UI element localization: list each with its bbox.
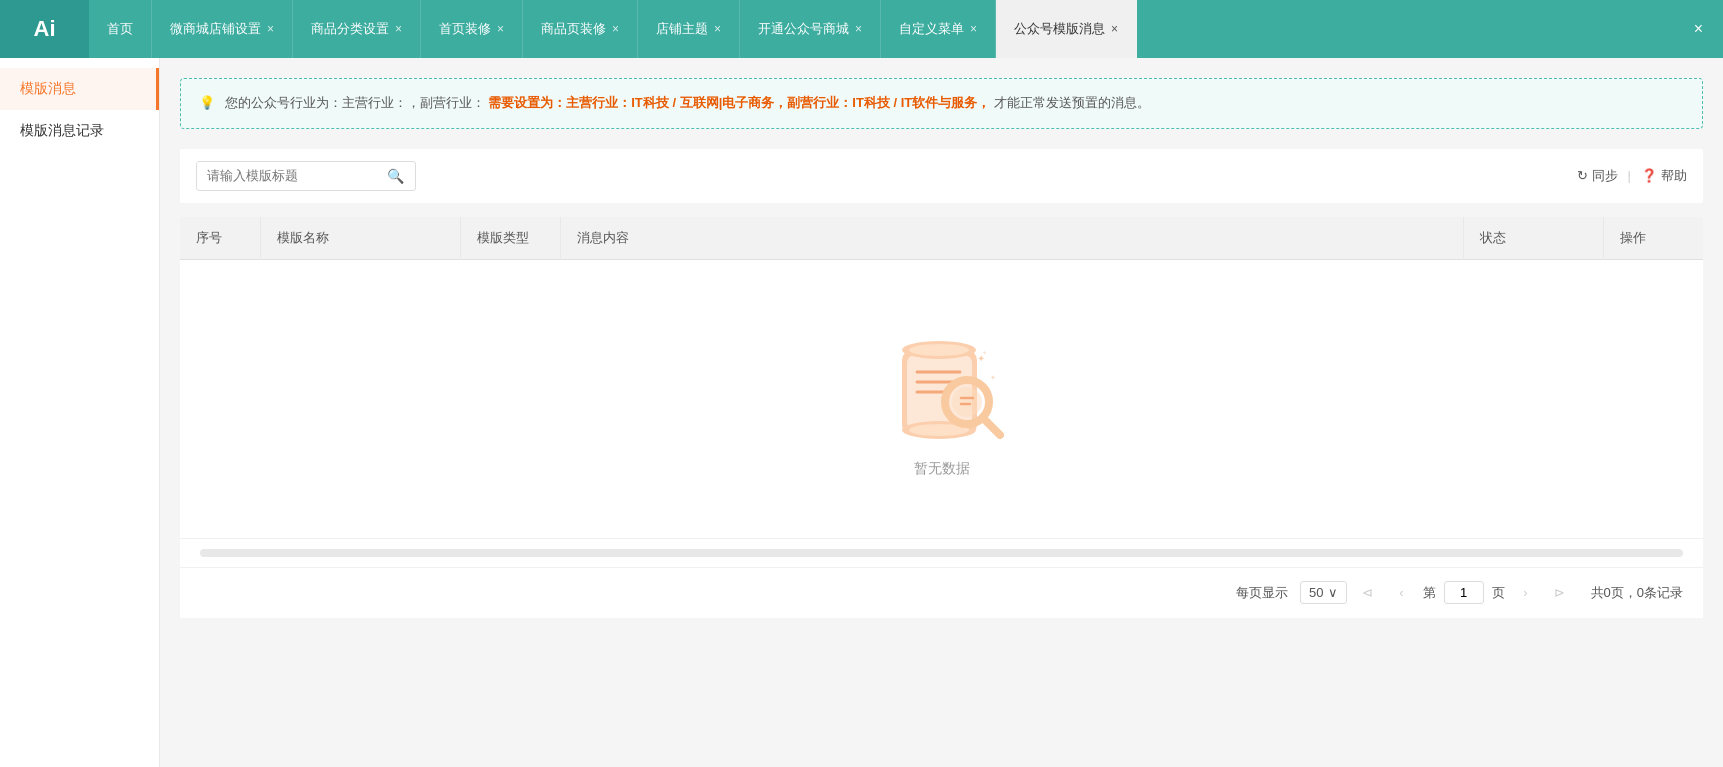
search-actions: ↻ 同步 | ❓ 帮助 — [1577, 167, 1687, 185]
pagination: 每页显示 50 ∨ ⊲ ‹ 第 页 › ⊳ 共0页，0条记录 — [180, 567, 1703, 618]
horizontal-scrollbar[interactable] — [200, 549, 1683, 557]
nav-tab-3[interactable]: 首页装修× — [421, 0, 523, 58]
help-icon: ❓ — [1641, 168, 1657, 183]
page-label-before: 第 — [1423, 584, 1436, 602]
nav-tab-7[interactable]: 自定义菜单× — [881, 0, 996, 58]
page-label-after: 页 — [1492, 584, 1505, 602]
search-field-wrapper: 🔍 — [196, 161, 416, 191]
nav-tab-0[interactable]: 首页 — [89, 0, 152, 58]
empty-state: ✦ ✦ ✦ 暂无数据 — [180, 260, 1703, 538]
notice-prefix: 您的公众号行业为：主营行业：，副营行业： — [225, 95, 485, 110]
nav-tab-close-3[interactable]: × — [497, 22, 504, 36]
divider: | — [1628, 168, 1631, 183]
svg-line-12 — [983, 418, 1000, 435]
page-last-button[interactable]: ⊳ — [1547, 580, 1573, 606]
page-first-button[interactable]: ⊲ — [1355, 580, 1381, 606]
app-logo: Ai — [0, 0, 89, 58]
page-size-chevron: ∨ — [1328, 585, 1338, 600]
help-button[interactable]: ❓ 帮助 — [1641, 167, 1687, 185]
page-size-label: 每页显示 — [1236, 584, 1288, 602]
page-size-value: 50 — [1309, 585, 1323, 600]
empty-svg: ✦ ✦ ✦ — [882, 320, 1012, 450]
empty-illustration: ✦ ✦ ✦ — [882, 320, 1002, 440]
empty-state-cell: ✦ ✦ ✦ 暂无数据 — [180, 259, 1703, 538]
svg-text:✦: ✦ — [982, 350, 987, 356]
nav-tab-5[interactable]: 店铺主题× — [638, 0, 740, 58]
nav-tab-close-5[interactable]: × — [714, 22, 721, 36]
sync-button[interactable]: ↻ 同步 — [1577, 167, 1618, 185]
sidebar: 模版消息模版消息记录 — [0, 58, 160, 767]
close-all-button[interactable]: × — [1674, 0, 1723, 58]
sidebar-item-0[interactable]: 模版消息 — [0, 68, 159, 110]
page-next-button[interactable]: › — [1513, 580, 1539, 606]
empty-text: 暂无数据 — [200, 460, 1683, 478]
page-prev-button[interactable]: ‹ — [1389, 580, 1415, 606]
total-info: 共0页，0条记录 — [1591, 584, 1683, 602]
sync-label: 同步 — [1592, 167, 1618, 185]
col-header-type: 模版类型 — [460, 217, 560, 260]
nav-tab-4[interactable]: 商品页装修× — [523, 0, 638, 58]
svg-point-4 — [909, 344, 969, 356]
sidebar-item-1[interactable]: 模版消息记录 — [0, 110, 159, 152]
search-icon[interactable]: 🔍 — [377, 162, 414, 190]
nav-tab-close-6[interactable]: × — [855, 22, 862, 36]
col-header-status: 状态 — [1463, 217, 1603, 260]
search-input[interactable] — [197, 162, 377, 189]
data-table: 序号 模版名称 模版类型 消息内容 状态 操作 — [180, 217, 1703, 538]
notice-suffix: 才能正常发送预置的消息。 — [994, 95, 1150, 110]
notice-highlight: 需要设置为：主营行业：IT科技 / 互联网|电子商务，副营行业：IT科技 / I… — [488, 95, 990, 110]
nav-tab-close-2[interactable]: × — [395, 22, 402, 36]
nav-tab-1[interactable]: 微商城店铺设置× — [152, 0, 293, 58]
nav-tab-close-8[interactable]: × — [1111, 22, 1118, 36]
nav-tab-close-7[interactable]: × — [970, 22, 977, 36]
nav-tab-6[interactable]: 开通公众号商城× — [740, 0, 881, 58]
empty-state-row: ✦ ✦ ✦ 暂无数据 — [180, 259, 1703, 538]
nav-tabs: 首页微商城店铺设置×商品分类设置×首页装修×商品页装修×店铺主题×开通公众号商城… — [89, 0, 1674, 58]
content-area: 💡 您的公众号行业为：主营行业：，副营行业： 需要设置为：主营行业：IT科技 /… — [160, 58, 1723, 767]
help-label: 帮助 — [1661, 167, 1687, 185]
table-wrapper: 序号 模版名称 模版类型 消息内容 状态 操作 — [180, 217, 1703, 538]
page-size-select[interactable]: 50 ∨ — [1300, 581, 1346, 604]
scrollbar-row — [180, 538, 1703, 567]
page-number-input[interactable] — [1444, 581, 1484, 604]
svg-point-11 — [952, 387, 982, 417]
col-header-action: 操作 — [1603, 217, 1703, 260]
main-layout: 模版消息模版消息记录 💡 您的公众号行业为：主营行业：，副营行业： 需要设置为：… — [0, 58, 1723, 767]
search-bar: 🔍 ↻ 同步 | ❓ 帮助 — [180, 149, 1703, 203]
col-header-name: 模版名称 — [260, 217, 460, 260]
top-nav: Ai 首页微商城店铺设置×商品分类设置×首页装修×商品页装修×店铺主题×开通公众… — [0, 0, 1723, 58]
col-header-seq: 序号 — [180, 217, 260, 260]
nav-tab-close-4[interactable]: × — [612, 22, 619, 36]
nav-tab-2[interactable]: 商品分类设置× — [293, 0, 421, 58]
sync-icon: ↻ — [1577, 168, 1588, 183]
col-header-content: 消息内容 — [560, 217, 1463, 260]
nav-tab-8[interactable]: 公众号模版消息× — [996, 0, 1137, 58]
bulb-icon: 💡 — [199, 95, 215, 110]
nav-tab-close-1[interactable]: × — [267, 22, 274, 36]
notice-box: 💡 您的公众号行业为：主营行业：，副营行业： 需要设置为：主营行业：IT科技 /… — [180, 78, 1703, 129]
svg-text:✦: ✦ — [990, 374, 996, 381]
table-header-row: 序号 模版名称 模版类型 消息内容 状态 操作 — [180, 217, 1703, 260]
